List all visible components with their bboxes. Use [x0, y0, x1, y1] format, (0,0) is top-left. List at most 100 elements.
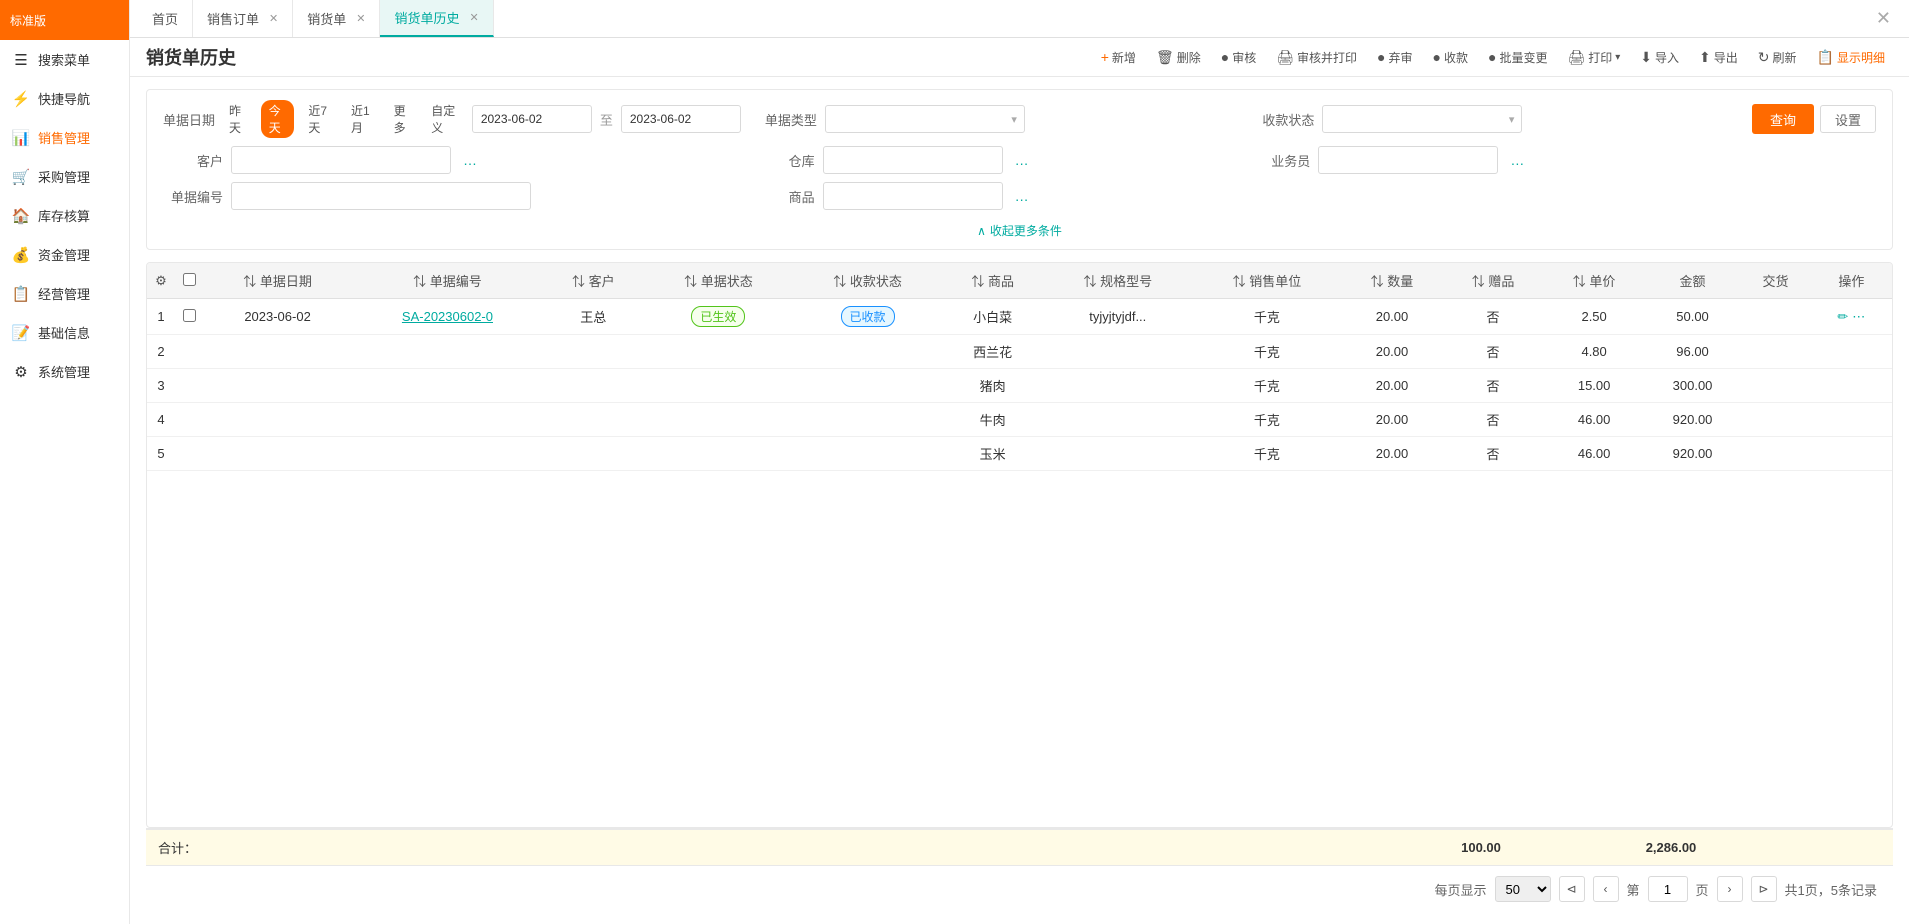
customer-ellipsis[interactable]: … [459, 152, 481, 168]
refresh-icon: ↻ [1758, 49, 1770, 66]
print-button[interactable]: 🖨 打印 ▾ [1559, 45, 1628, 70]
row-doc-status [644, 403, 793, 437]
audit-print-icon: 🖨 [1276, 49, 1294, 66]
select-all-checkbox[interactable] [183, 273, 196, 286]
add-button[interactable]: + 新增 [1093, 45, 1144, 70]
date-tab-today[interactable]: 今天 [261, 100, 295, 138]
row-spec [1043, 437, 1192, 471]
tab-sales-order-close[interactable]: ✕ [269, 12, 278, 25]
doc-no-link[interactable]: SA-20230602-0 [402, 309, 493, 324]
row-price: 46.00 [1544, 437, 1645, 471]
prev-page-btn[interactable]: ‹ [1593, 876, 1619, 902]
batch-change-icon: ● [1488, 49, 1496, 65]
col-price[interactable]: ⇅ 单价 [1544, 263, 1645, 299]
sidebar-item-inventory[interactable]: 🏠 库存核算 [0, 196, 129, 235]
goods-ellipsis[interactable]: … [1011, 188, 1033, 204]
tab-sales-order[interactable]: 销售订单 ✕ [193, 0, 293, 37]
row-qty: 20.00 [1341, 369, 1442, 403]
date-tab-more[interactable]: 更多 [388, 100, 418, 138]
per-page-select[interactable]: 50 100 [1495, 876, 1551, 902]
audit-button[interactable]: ● 审核 [1213, 45, 1264, 70]
date-tab-yesterday[interactable]: 昨天 [223, 100, 253, 138]
tab-sales-goods-close[interactable]: ✕ [356, 12, 365, 25]
sidebar-item-quick-nav[interactable]: ⚡ 快捷导航 [0, 79, 129, 118]
show-detail-button[interactable]: 📋 显示明细 [1809, 45, 1893, 70]
sales-icon: 📊 [12, 129, 30, 147]
tab-sales-history-close[interactable]: ✕ [470, 11, 479, 24]
row-checkbox[interactable] [183, 309, 196, 322]
sidebar-item-system[interactable]: ⚙ 系统管理 [0, 352, 129, 391]
row-delivery [1740, 369, 1810, 403]
batch-change-button[interactable]: ● 批量变更 [1480, 45, 1555, 70]
row-goods: 玉米 [942, 437, 1043, 471]
customer-input[interactable] [231, 146, 451, 174]
row-doc-no [352, 437, 543, 471]
refresh-button[interactable]: ↻ 刷新 [1750, 45, 1805, 70]
date-tab-7days[interactable]: 近7天 [302, 100, 337, 138]
col-collect-status[interactable]: ⇅ 收款状态 [793, 263, 942, 299]
doc-no-label: 单据编号 [163, 187, 223, 206]
warehouse-ellipsis[interactable]: … [1011, 152, 1033, 168]
import-button[interactable]: ⬇ 导入 [1632, 45, 1687, 70]
audit-print-button[interactable]: 🖨 审核并打印 [1268, 45, 1365, 70]
delete-button[interactable]: 🗑 删除 [1148, 45, 1209, 70]
next-page-btn[interactable]: › [1717, 876, 1743, 902]
col-spec[interactable]: ⇅ 规格型号 [1043, 263, 1192, 299]
export-button[interactable]: ⬆ 导出 [1691, 45, 1746, 70]
sidebar-item-search-menu[interactable]: ☰ 搜索菜单 [0, 40, 129, 79]
abandon-button[interactable]: ● 弃审 [1369, 45, 1420, 70]
last-page-btn[interactable]: ⊳ [1751, 876, 1777, 902]
business-ellipsis[interactable]: … [1506, 152, 1528, 168]
col-unit[interactable]: ⇅ 销售单位 [1192, 263, 1341, 299]
sidebar-item-finance[interactable]: 💰 资金管理 [0, 235, 129, 274]
tab-close-all-btn[interactable]: ✕ [1866, 8, 1901, 29]
col-doc-date[interactable]: ⇅ 单据日期 [203, 263, 352, 299]
tab-sales-goods[interactable]: 销货单 ✕ [293, 0, 380, 37]
date-from-input[interactable] [472, 105, 592, 133]
finance-icon: 💰 [12, 246, 30, 264]
row-seq: 4 [147, 403, 175, 437]
col-doc-no[interactable]: ⇅ 单据编号 [352, 263, 543, 299]
query-button[interactable]: 查询 [1752, 104, 1814, 134]
warehouse-input[interactable] [823, 146, 1003, 174]
col-qty[interactable]: ⇅ 数量 [1341, 263, 1442, 299]
system-icon: ⚙ [12, 363, 30, 381]
sidebar-item-operations[interactable]: 📋 经营管理 [0, 274, 129, 313]
date-to-input[interactable] [621, 105, 741, 133]
tab-sales-history[interactable]: 销货单历史 ✕ [380, 0, 493, 37]
col-gift[interactable]: ⇅ 赠品 [1443, 263, 1544, 299]
business-input[interactable] [1318, 146, 1498, 174]
basic-info-icon: 📝 [12, 324, 30, 342]
col-doc-status[interactable]: ⇅ 单据状态 [644, 263, 793, 299]
row-edit-btn[interactable]: ✏ [1837, 309, 1848, 324]
warehouse-label: 仓库 [755, 151, 815, 170]
total-info: 共1页，5条记录 [1785, 880, 1877, 899]
collect-status-select[interactable] [1322, 105, 1522, 133]
doc-no-input[interactable] [231, 182, 531, 210]
row-doc-status: 已生效 [644, 299, 793, 335]
sidebar-item-label: 经营管理 [38, 284, 90, 303]
tab-home[interactable]: 首页 [138, 0, 193, 37]
row-collect-status [793, 369, 942, 403]
page-suffix: 页 [1696, 880, 1709, 899]
settings-button[interactable]: 设置 [1820, 105, 1876, 133]
sidebar-item-sales[interactable]: 📊 销售管理 [0, 118, 129, 157]
col-checkbox[interactable] [175, 263, 203, 299]
collapse-btn[interactable]: ∧ 收起更多条件 [163, 218, 1876, 239]
sidebar-item-purchase[interactable]: 🛒 采购管理 [0, 157, 129, 196]
row-more-btn[interactable]: ⋯ [1852, 309, 1865, 324]
col-customer[interactable]: ⇅ 客户 [543, 263, 644, 299]
row-customer [543, 403, 644, 437]
goods-input[interactable] [823, 182, 1003, 210]
col-gear[interactable]: ⚙ [147, 263, 175, 299]
col-goods[interactable]: ⇅ 商品 [942, 263, 1043, 299]
collect-button[interactable]: ● 收款 [1425, 45, 1476, 70]
sidebar-item-basic-info[interactable]: 📝 基础信息 [0, 313, 129, 352]
filter-row-3: 单据编号 商品 … [163, 182, 1876, 210]
row-doc-date [203, 403, 352, 437]
date-tab-1month[interactable]: 近1月 [345, 100, 380, 138]
page-input[interactable] [1648, 876, 1688, 902]
date-tab-custom[interactable]: 自定义 [425, 100, 464, 138]
first-page-btn[interactable]: ⊲ [1559, 876, 1585, 902]
doc-type-select[interactable] [825, 105, 1025, 133]
